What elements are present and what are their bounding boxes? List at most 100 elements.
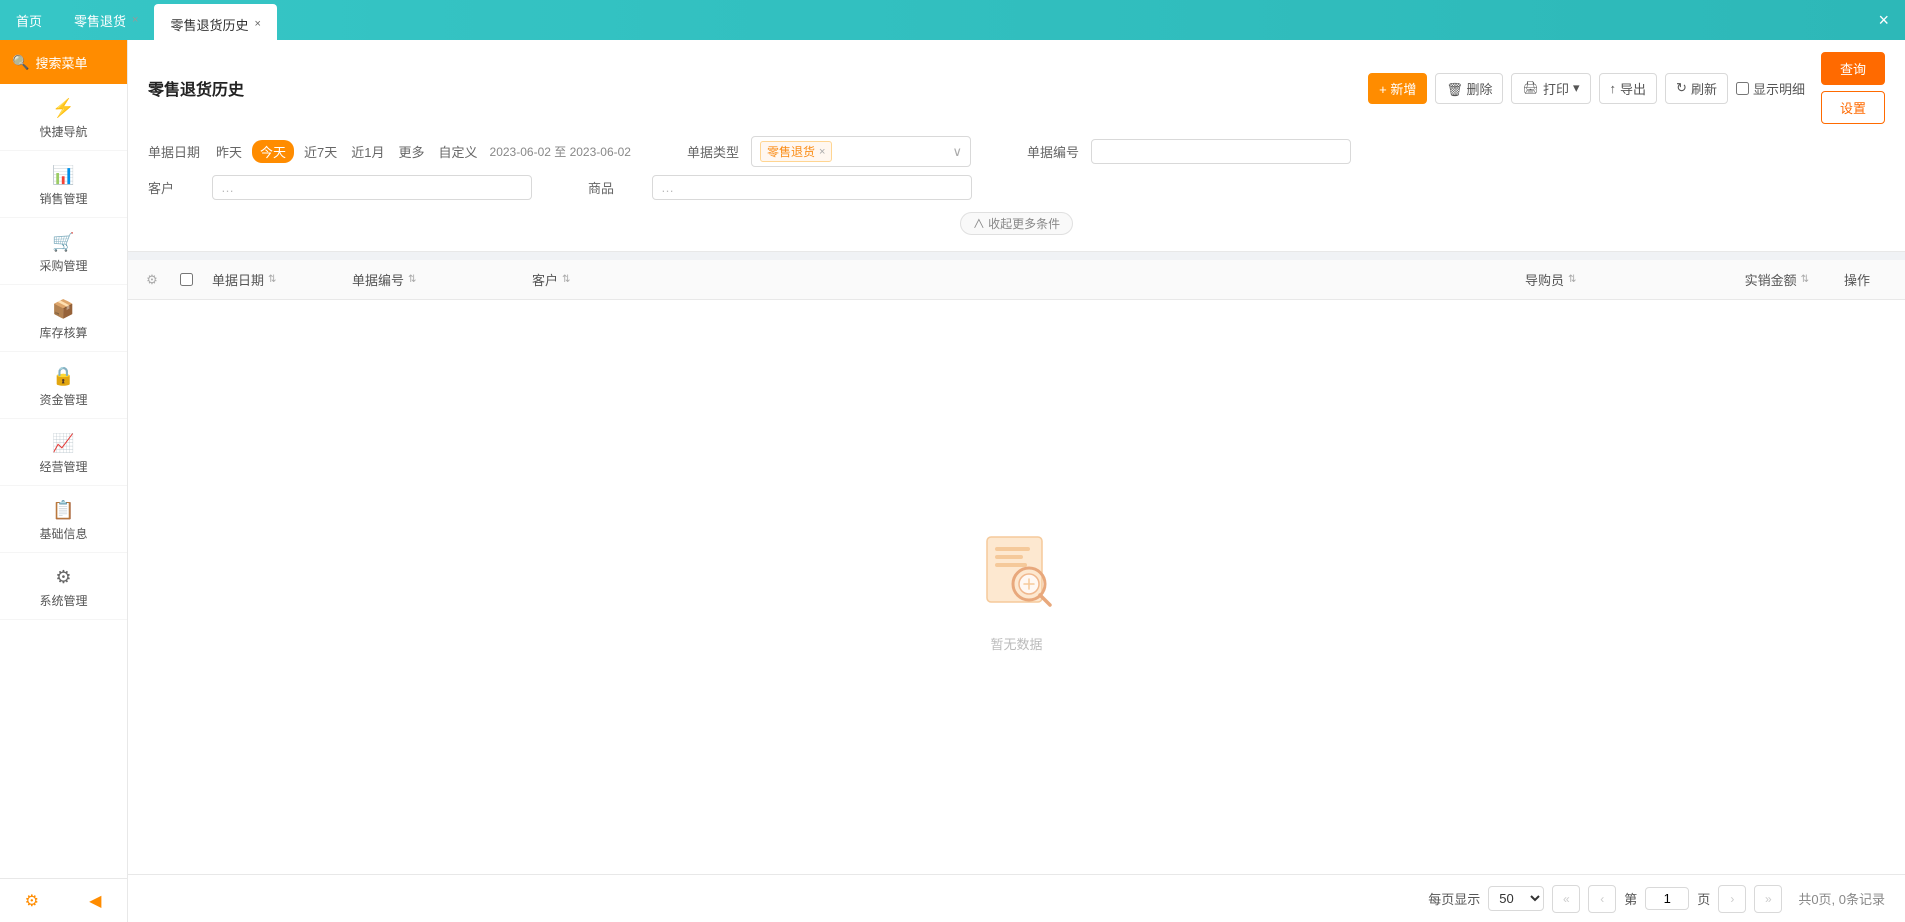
- delete-button[interactable]: 🗑 删除: [1435, 73, 1503, 104]
- empty-illustration: [967, 522, 1067, 622]
- col-amount-sort-icon: ⇅: [1801, 274, 1809, 285]
- col-header-guide[interactable]: 导购员 ⇅: [1517, 270, 1677, 289]
- show-detail-checkbox[interactable]: [1736, 82, 1749, 95]
- date-shortcut-today[interactable]: 今天: [252, 140, 294, 163]
- last-page-button[interactable]: »: [1754, 885, 1782, 913]
- col-num-label: 单据编号: [352, 270, 404, 289]
- sidebar-item-finance-label: 资金管理: [39, 391, 87, 408]
- toolbar: + 新增 🗑 删除 🖨 打印 ▾ ↑ 导出 ↻ 刷新: [1368, 52, 1885, 124]
- type-filter-label: 单据类型: [687, 142, 743, 161]
- window-close-button[interactable]: ×: [1862, 10, 1905, 31]
- tab-retail-return-history-close[interactable]: ×: [254, 18, 260, 30]
- print-icon: 🖨: [1522, 80, 1539, 96]
- quick-nav-icon: ⚡: [52, 98, 74, 119]
- type-tag-close[interactable]: ×: [819, 146, 825, 158]
- date-shortcut-custom[interactable]: 自定义: [435, 140, 482, 163]
- collapse-row: ∧ 收起更多条件: [148, 208, 1885, 243]
- date-shortcut-more[interactable]: 更多: [395, 140, 429, 163]
- page-number-input[interactable]: [1645, 887, 1689, 910]
- sidebar-item-basic-info[interactable]: 📋 基础信息: [0, 486, 127, 553]
- refresh-button[interactable]: ↻ 刷新: [1665, 73, 1728, 104]
- sidebar-item-operations[interactable]: 📈 经营管理: [0, 419, 127, 486]
- tab-retail-return-history[interactable]: 零售退货历史 ×: [154, 4, 276, 44]
- page-size-label: 每页显示: [1428, 889, 1480, 908]
- customer-filter-label: 客户: [148, 178, 204, 197]
- tab-home-label: 首页: [16, 11, 42, 30]
- type-filter-select[interactable]: 零售退货 × ∨: [751, 136, 971, 167]
- col-amount-label: 实销金额: [1745, 270, 1797, 289]
- col-action-label: 操作: [1844, 270, 1870, 289]
- sidebar-item-purchase-mgmt[interactable]: 🛒 采购管理: [0, 218, 127, 285]
- export-button[interactable]: ↑ 导出: [1599, 73, 1658, 104]
- basic-info-icon: 📋: [52, 500, 74, 521]
- new-button[interactable]: + 新增: [1368, 73, 1427, 104]
- col-header-num[interactable]: 单据编号 ⇅: [344, 270, 524, 289]
- col-guide-label: 导购员: [1525, 270, 1564, 289]
- date-shortcuts: 昨天 今天 近7天 近1月 更多 自定义: [212, 140, 482, 163]
- goods-filter: 商品 …: [588, 175, 972, 200]
- sidebar-item-finance[interactable]: 🔒 资金管理: [0, 352, 127, 419]
- sidebar-item-sales-mgmt[interactable]: 📊 销售管理: [0, 151, 127, 218]
- sidebar-item-inventory[interactable]: 📦 库存核算: [0, 285, 127, 352]
- page-word: 第: [1624, 889, 1637, 908]
- col-header-action: 操作: [1817, 270, 1897, 289]
- type-select-chevron-icon: ∨: [952, 144, 962, 160]
- date-shortcut-7days[interactable]: 近7天: [300, 140, 341, 163]
- column-settings-icon[interactable]: ⚙: [136, 272, 168, 288]
- col-date-sort-icon: ⇅: [268, 274, 276, 285]
- col-guide-sort-icon: ⇅: [1568, 274, 1576, 285]
- date-shortcut-1month[interactable]: 近1月: [347, 140, 388, 163]
- collapse-filter-button[interactable]: ∧ 收起更多条件: [960, 212, 1073, 235]
- voucher-number-input[interactable]: [1091, 139, 1351, 164]
- print-button[interactable]: 🖨 打印 ▾: [1511, 73, 1590, 104]
- export-icon: ↑: [1610, 81, 1617, 96]
- col-header-customer[interactable]: 客户 ⇅: [524, 270, 1517, 289]
- sidebar-item-quick-nav[interactable]: ⚡ 快捷导航: [0, 84, 127, 151]
- voucher-filter: 单据编号: [1027, 139, 1351, 164]
- settings-button[interactable]: 设置: [1821, 91, 1885, 124]
- col-header-amount[interactable]: 实销金额 ⇅: [1677, 270, 1817, 289]
- tab-retail-return-history-label: 零售退货历史: [170, 15, 248, 34]
- sidebar-item-system[interactable]: ⚙ 系统管理: [0, 553, 127, 620]
- tab-retail-return[interactable]: 零售退货 ×: [58, 0, 154, 40]
- customer-filter: 客户 …: [148, 175, 532, 200]
- export-label: 导出: [1620, 79, 1646, 98]
- sidebar-search[interactable]: 🔍 搜索菜单: [0, 40, 127, 84]
- sidebar-menu: ⚡ 快捷导航 📊 销售管理 🛒 采购管理 📦 库存核算 🔒 资金管理 📈: [0, 84, 127, 878]
- purchase-mgmt-icon: 🛒: [52, 232, 74, 253]
- show-detail-checkbox-label[interactable]: 显示明细: [1736, 79, 1805, 98]
- filter-row-2: 客户 … 商品 …: [148, 175, 1885, 200]
- sidebar-collapse-button[interactable]: ◀: [64, 879, 128, 922]
- col-header-date[interactable]: 单据日期 ⇅: [204, 270, 344, 289]
- goods-filter-label: 商品: [588, 178, 644, 197]
- tab-list: 首页 零售退货 × 零售退货历史 ×: [0, 0, 1862, 40]
- tab-retail-return-close[interactable]: ×: [132, 14, 138, 26]
- tab-home[interactable]: 首页: [0, 0, 58, 40]
- voucher-filter-label: 单据编号: [1027, 142, 1083, 161]
- goods-filter-input[interactable]: …: [652, 175, 972, 200]
- table-header: ⚙ 单据日期 ⇅ 单据编号 ⇅ 客户 ⇅ 导购员 ⇅: [128, 260, 1905, 300]
- sidebar-settings-button[interactable]: ⚙: [0, 879, 64, 922]
- sidebar-item-purchase-mgmt-label: 采购管理: [39, 257, 87, 274]
- select-all-input[interactable]: [180, 273, 193, 286]
- date-shortcut-yesterday[interactable]: 昨天: [212, 140, 246, 163]
- refresh-label: 刷新: [1691, 79, 1717, 98]
- query-button[interactable]: 查询: [1821, 52, 1885, 85]
- page-size-select[interactable]: 50 100 200: [1488, 886, 1544, 911]
- top-bar: 首页 零售退货 × 零售退货历史 × ×: [0, 0, 1905, 40]
- sidebar-item-quick-nav-label: 快捷导航: [39, 123, 87, 140]
- select-all-checkbox[interactable]: [168, 273, 204, 286]
- finance-icon: 🔒: [52, 366, 74, 387]
- show-detail-label: 显示明细: [1753, 79, 1805, 98]
- sidebar: 🔍 搜索菜单 ⚡ 快捷导航 📊 销售管理 🛒 采购管理 📦 库存核算 🔒: [0, 40, 128, 922]
- first-page-button[interactable]: «: [1552, 885, 1580, 913]
- customer-filter-input[interactable]: …: [212, 175, 532, 200]
- print-chevron-icon: ▾: [1573, 80, 1580, 96]
- next-page-button[interactable]: ›: [1718, 885, 1746, 913]
- prev-page-button[interactable]: ‹: [1588, 885, 1616, 913]
- search-icon: 🔍: [12, 54, 29, 71]
- type-tag-label: 零售退货: [767, 143, 815, 160]
- sidebar-item-basic-info-label: 基础信息: [39, 525, 87, 542]
- page-unit: 页: [1697, 889, 1710, 908]
- inventory-icon: 📦: [52, 299, 74, 320]
